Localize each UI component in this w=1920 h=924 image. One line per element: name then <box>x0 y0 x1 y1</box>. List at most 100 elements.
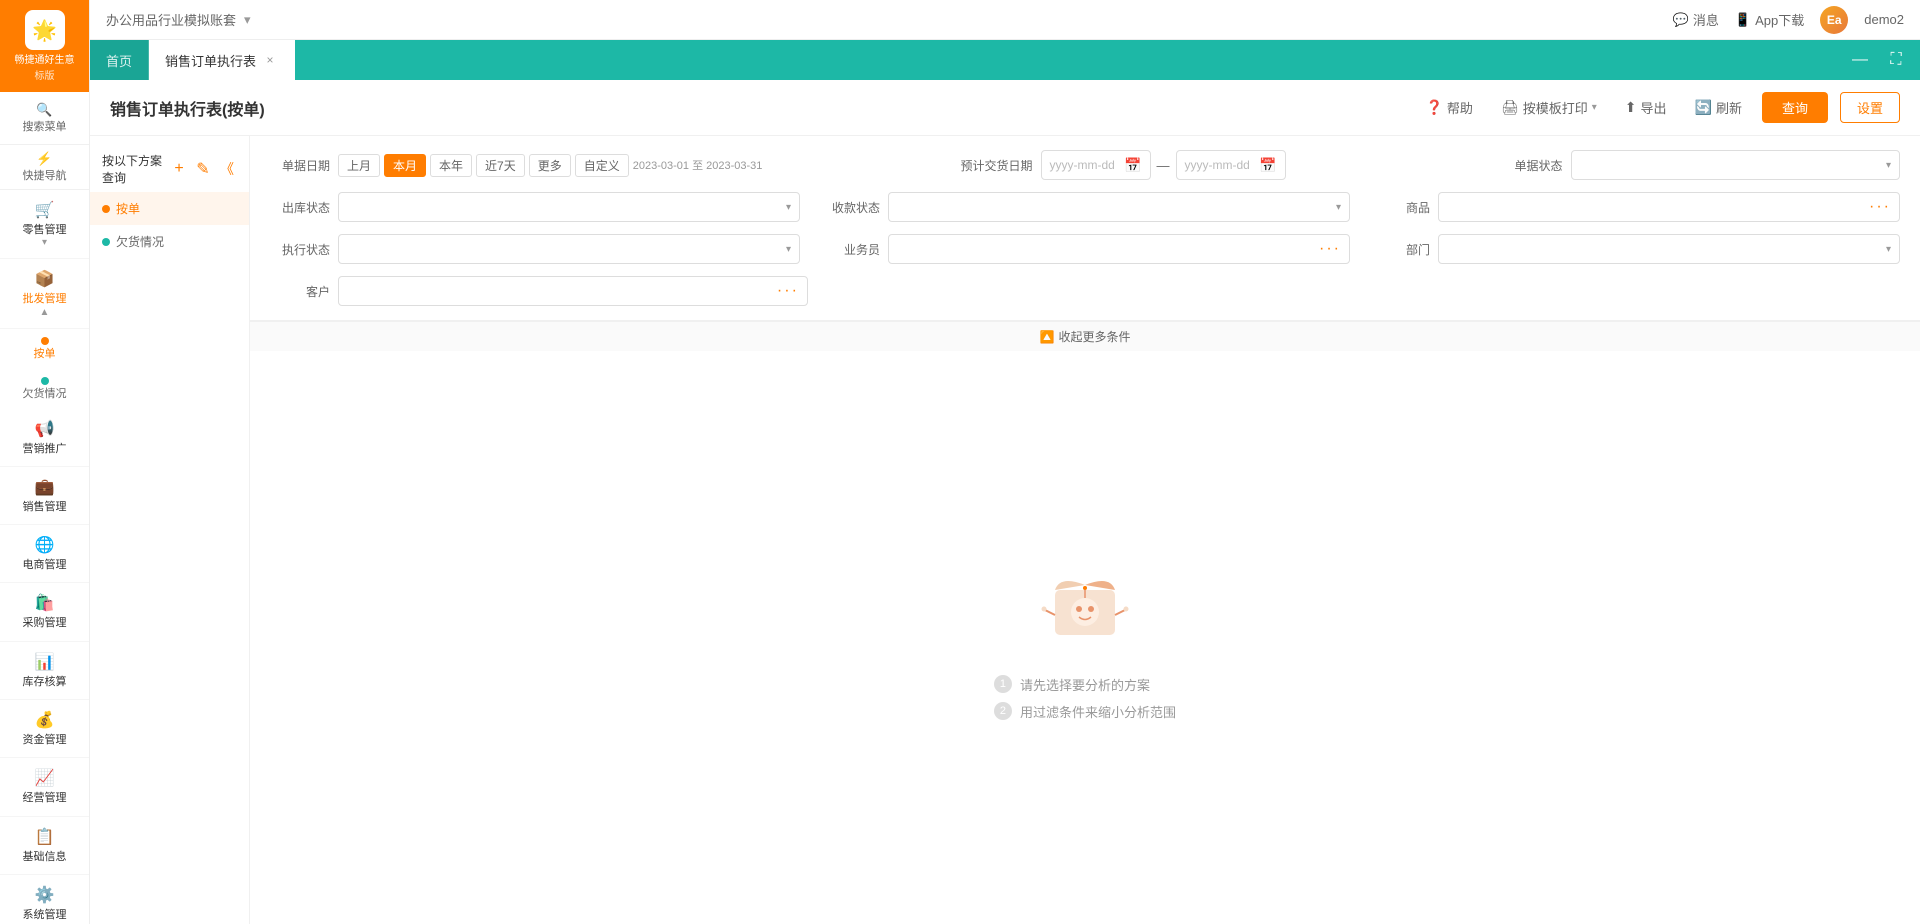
this-month-btn[interactable]: 本月 <box>384 154 426 177</box>
basic-label: 基础信息 <box>23 850 67 864</box>
out-status-select[interactable]: ▾ <box>338 192 800 222</box>
filter-item-by-order[interactable]: 按单 <box>90 192 249 225</box>
refresh-button[interactable]: 🔄 刷新 <box>1687 94 1750 121</box>
help-button[interactable]: ❓ 帮助 <box>1417 94 1480 121</box>
breadcrumb-arrow[interactable]: ▾ <box>244 12 251 28</box>
retail-label: 零售管理 <box>23 223 67 237</box>
sidebar-item-finance[interactable]: 💰 资金管理 <box>0 700 89 758</box>
sidebar-search[interactable]: 🔍 搜索菜单 <box>0 92 89 145</box>
main-panel: 单据日期 上月 本月 本年 近7天 更多 自定义 2023-03-01 至 20… <box>250 136 1920 924</box>
app-name: 畅捷通好生意 <box>15 54 75 67</box>
filter-item-owed[interactable]: 欠货情况 <box>90 225 249 258</box>
system-label: 系统管理 <box>23 908 67 922</box>
owed-label: 欠货情况 <box>23 385 67 401</box>
export-icon: ⬆ <box>1625 99 1637 116</box>
retail-expand: ▾ <box>42 237 47 248</box>
empty-illustration <box>1035 555 1135 655</box>
query-button[interactable]: 查询 <box>1762 92 1828 123</box>
last-month-btn[interactable]: 上月 <box>338 154 380 177</box>
more-btn[interactable]: 更多 <box>529 154 571 177</box>
doc-status-select[interactable]: ▾ <box>1571 150 1901 180</box>
customer-dots-icon: ··· <box>777 282 799 300</box>
goods-label: 商品 <box>1370 199 1430 216</box>
expected-date-end[interactable]: yyyy-mm-dd 📅 <box>1176 150 1286 180</box>
sidebar-item-marketing[interactable]: 📢 营销推广 <box>0 409 89 467</box>
logo-icon: 🌟 <box>25 10 65 50</box>
execute-status-select[interactable]: ▾ <box>338 234 800 264</box>
export-label: 导出 <box>1641 98 1667 117</box>
page-content: 销售订单执行表(按单) ❓ 帮助 🖨 按模板打印 ▾ ⬆ 导出 🔄 刷新 <box>90 80 1920 924</box>
sidebar-item-basic[interactable]: 📋 基础信息 <box>0 817 89 875</box>
collect-status-label: 收款状态 <box>820 199 880 216</box>
sidebar-item-operation[interactable]: 📈 经营管理 <box>0 758 89 816</box>
condition-execute-status: 执行状态 ▾ <box>270 234 800 264</box>
salesman-select[interactable]: ··· <box>888 234 1350 264</box>
collapse-label: 收起更多条件 <box>1058 328 1130 345</box>
message-button[interactable]: 💬 消息 <box>1673 10 1719 29</box>
collapse-bar[interactable]: 🔼 收起更多条件 <box>250 321 1920 351</box>
condition-salesman: 业务员 ··· <box>820 234 1350 264</box>
page-title: 销售订单执行表(按单) <box>110 96 265 120</box>
doc-status-chevron: ▾ <box>1886 160 1891 171</box>
inventory-label: 库存核算 <box>23 675 67 689</box>
settings-button[interactable]: 设置 <box>1840 92 1900 123</box>
tab-close-icon[interactable]: × <box>262 52 278 68</box>
export-button[interactable]: ⬆ 导出 <box>1617 94 1675 121</box>
wholesale-sub: 按单 欠货情况 <box>0 329 89 409</box>
tip-num-1: 1 <box>994 675 1012 693</box>
maximize-icon: ⛶ <box>1890 51 1901 69</box>
tab-maximize-button[interactable]: ⛶ <box>1882 46 1910 74</box>
filter-panel-header: 按以下方案查询 + ✎ 《 <box>90 146 249 192</box>
customer-label: 客户 <box>270 283 330 300</box>
message-icon: 💬 <box>1673 12 1689 28</box>
expected-date-start[interactable]: yyyy-mm-dd 📅 <box>1041 150 1151 180</box>
condition-doc-status: 单据状态 ▾ <box>1503 150 1901 180</box>
sidebar-item-inventory[interactable]: 📊 库存核算 <box>0 642 89 700</box>
sub-item-owed[interactable]: 欠货情况 <box>0 369 89 409</box>
sidebar-item-sales[interactable]: 💼 销售管理 <box>0 467 89 525</box>
sidebar-item-retail[interactable]: 🛒 零售管理 ▾ <box>0 190 89 259</box>
collapse-arrow: 🔼 <box>1040 330 1055 344</box>
tab-sales-execution[interactable]: 销售订单执行表 × <box>149 40 295 80</box>
by-order-filter-dot <box>102 205 110 213</box>
sidebar-item-ecommerce[interactable]: 🌐 电商管理 <box>0 525 89 583</box>
doc-status-label: 单据状态 <box>1503 157 1563 174</box>
condition-collect-status: 收款状态 ▾ <box>820 192 1350 222</box>
operation-label: 经营管理 <box>23 791 67 805</box>
basic-icon: 📋 <box>35 827 55 847</box>
sub-item-by-order[interactable]: 按单 <box>0 329 89 369</box>
filter-add-button[interactable]: + <box>169 159 189 179</box>
date-label: 单据日期 <box>270 157 330 174</box>
out-status-label: 出库状态 <box>270 199 330 216</box>
department-select[interactable]: ▾ <box>1438 234 1900 264</box>
sidebar-item-system[interactable]: ⚙️ 系统管理 <box>0 875 89 924</box>
help-label: 帮助 <box>1447 98 1473 117</box>
collect-status-chevron: ▾ <box>1336 202 1341 213</box>
owed-filter-label: 欠货情况 <box>116 233 164 250</box>
tip-num-2: 2 <box>994 702 1012 720</box>
refresh-label: 刷新 <box>1716 98 1742 117</box>
sidebar-item-purchase[interactable]: 🛍️ 采购管理 <box>0 583 89 641</box>
app-download-button[interactable]: 📱 App下载 <box>1735 10 1804 29</box>
customer-select[interactable]: ··· <box>338 276 808 306</box>
collect-status-select[interactable]: ▾ <box>888 192 1350 222</box>
filter-collapse-button[interactable]: 《 <box>217 159 237 179</box>
tab-minimize-button[interactable]: — <box>1846 46 1874 74</box>
purchase-label: 采购管理 <box>23 616 67 630</box>
message-label: 消息 <box>1693 10 1719 29</box>
goods-select[interactable]: ··· <box>1438 192 1900 222</box>
owed-dot <box>41 377 49 385</box>
condition-row-2: 出库状态 ▾ 收款状态 ▾ <box>270 192 1900 222</box>
filter-panel: 按以下方案查询 + ✎ 《 按单 欠货情况 <box>90 136 250 924</box>
user-avatar[interactable]: Ea <box>1820 6 1848 34</box>
sidebar-quick-nav[interactable]: ⚡ 快捷导航 <box>0 145 89 190</box>
sidebar-item-wholesale[interactable]: 📦 批发管理 ▲ <box>0 259 89 328</box>
last7-btn[interactable]: 近7天 <box>476 154 525 177</box>
wholesale-icon: 📦 <box>35 269 55 289</box>
filter-edit-button[interactable]: ✎ <box>193 159 213 179</box>
template-print-button[interactable]: 🖨 按模板打印 ▾ <box>1493 94 1605 121</box>
this-year-btn[interactable]: 本年 <box>430 154 472 177</box>
custom-btn[interactable]: 自定义 <box>575 154 629 177</box>
expected-date-end-text: yyyy-mm-dd <box>1185 158 1250 172</box>
tab-home[interactable]: 首页 <box>90 40 149 80</box>
